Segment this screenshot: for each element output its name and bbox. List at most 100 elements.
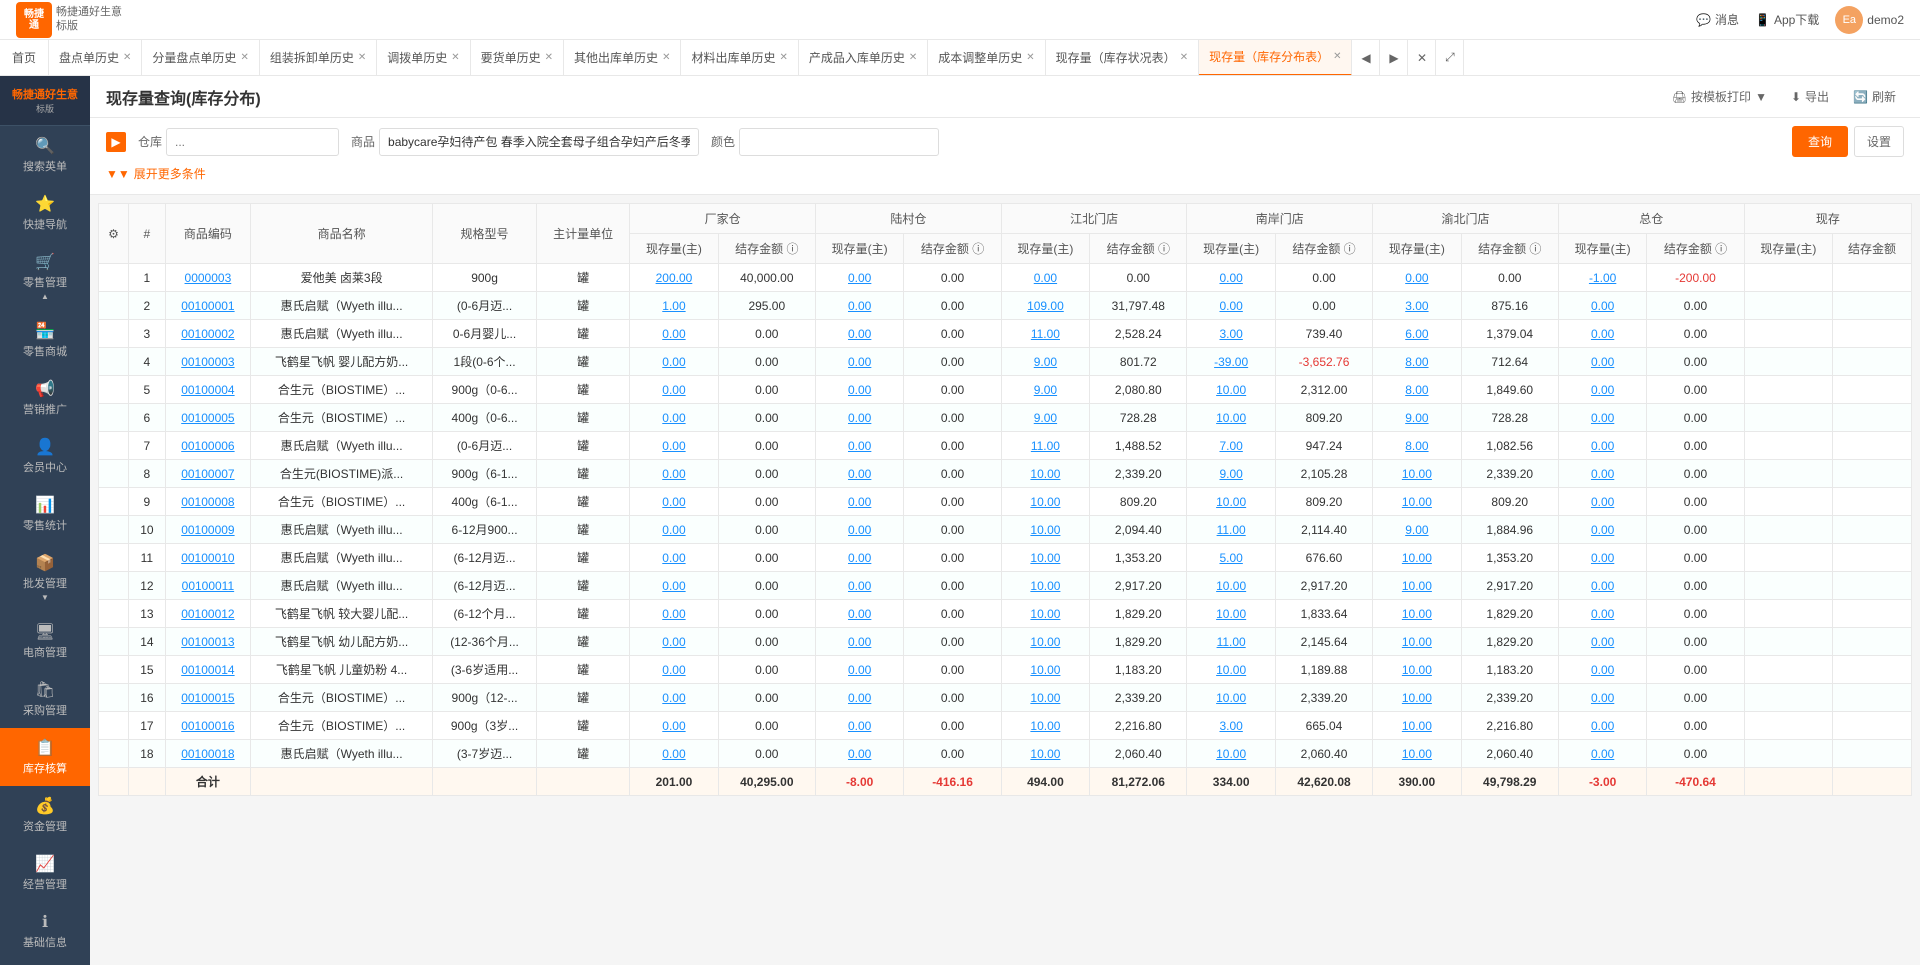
tab-close-stock-status[interactable]: ✕ (1180, 52, 1188, 63)
refresh-btn[interactable]: 🔄 刷新 (1845, 84, 1904, 109)
table-cell[interactable]: 10.00 (1187, 488, 1275, 516)
table-cell[interactable]: 0.00 (815, 572, 903, 600)
table-cell[interactable]: 0.00 (630, 488, 718, 516)
table-cell[interactable]: 0.00 (1558, 544, 1646, 572)
table-cell[interactable]: 0.00 (630, 432, 718, 460)
table-cell[interactable]: 0.00 (1558, 712, 1646, 740)
table-cell[interactable]: 0.00 (815, 348, 903, 376)
sidebar-item-nav[interactable]: ⭐ 快捷导航 (0, 184, 90, 242)
table-cell[interactable]: 3.00 (1187, 320, 1275, 348)
tab-prev-btn[interactable]: ◀ (1352, 40, 1380, 76)
sidebar-item-search[interactable]: 🔍 搜索英单 (0, 126, 90, 184)
table-cell[interactable]: 0.00 (1558, 348, 1646, 376)
table-cell[interactable]: 10.00 (1373, 712, 1461, 740)
table-cell[interactable]: 9.00 (1001, 404, 1089, 432)
table-cell[interactable]: 8.00 (1373, 432, 1461, 460)
sidebar-item-retail-store[interactable]: 🏪 零售商城 (0, 311, 90, 369)
table-cell[interactable]: 0.00 (1558, 376, 1646, 404)
table-cell[interactable]: 9.00 (1373, 516, 1461, 544)
table-cell[interactable]: 00100008 (165, 488, 250, 516)
sidebar-item-retail-stats[interactable]: 📊 零售统计 (0, 485, 90, 543)
tab-close-cost-adjust[interactable]: ✕ (1026, 52, 1034, 63)
table-cell[interactable]: 0.00 (815, 544, 903, 572)
table-cell[interactable]: 0.00 (815, 460, 903, 488)
table-cell[interactable]: 0.00 (1558, 432, 1646, 460)
table-cell[interactable]: 10.00 (1001, 656, 1089, 684)
setting-btn[interactable]: 设置 (1854, 126, 1904, 157)
table-cell[interactable]: 10.00 (1001, 572, 1089, 600)
table-cell[interactable]: 00100006 (165, 432, 250, 460)
table-cell[interactable]: 0.00 (1558, 460, 1646, 488)
table-cell[interactable]: 00100012 (165, 600, 250, 628)
user-btn[interactable]: Ea demo2 (1835, 6, 1904, 34)
table-cell[interactable]: 9.00 (1001, 348, 1089, 376)
tab-next-btn[interactable]: ▶ (1380, 40, 1408, 76)
table-cell[interactable]: 0.00 (815, 376, 903, 404)
table-cell[interactable]: 0.00 (1558, 628, 1646, 656)
table-cell[interactable]: 10.00 (1001, 684, 1089, 712)
table-cell[interactable]: 00100015 (165, 684, 250, 712)
tab-product-in[interactable]: 产成品入库单历史 ✕ (799, 40, 928, 76)
tab-close-requisition[interactable]: ✕ (545, 52, 553, 63)
table-cell[interactable]: 8.00 (1373, 376, 1461, 404)
sidebar-item-finance[interactable]: 💰 资金管理 (0, 786, 90, 844)
tab-expand-btn[interactable]: ⤢ (1436, 40, 1464, 76)
table-cell[interactable]: 10.00 (1373, 572, 1461, 600)
settings-icon[interactable]: ⚙ (108, 227, 119, 241)
table-cell[interactable]: 8.00 (1373, 348, 1461, 376)
table-cell[interactable]: 10.00 (1187, 600, 1275, 628)
sidebar-item-marketing[interactable]: 📢 营销推广 (0, 369, 90, 427)
sidebar-item-system[interactable]: ⚙ 系统管理 (0, 960, 90, 965)
table-cell[interactable]: 00100014 (165, 656, 250, 684)
sidebar-item-operation[interactable]: 📈 经营管理 (0, 844, 90, 902)
sidebar-item-inventory[interactable]: 📋 库存核算 (0, 728, 90, 786)
tab-cost-adjust[interactable]: 成本调整单历史 ✕ (928, 40, 1045, 76)
table-cell[interactable]: 7.00 (1187, 432, 1275, 460)
table-cell[interactable]: 0.00 (630, 544, 718, 572)
table-cell[interactable]: 0.00 (815, 656, 903, 684)
table-cell[interactable]: 0.00 (630, 572, 718, 600)
table-cell[interactable]: 0.00 (1558, 292, 1646, 320)
tab-stock-status[interactable]: 现存量（库存状况表） ✕ (1046, 40, 1199, 76)
table-cell[interactable]: 0.00 (815, 488, 903, 516)
filter-arrow-btn[interactable]: ▶ (106, 132, 126, 152)
message-btn[interactable]: 💬 消息 (1696, 11, 1739, 28)
table-cell[interactable]: 0000003 (165, 264, 250, 292)
app-download-btn[interactable]: 📱 App下载 (1755, 11, 1819, 28)
sidebar-item-retail-mgmt[interactable]: 🛒 零售管理 ▲ (0, 242, 90, 311)
table-cell[interactable]: 00100001 (165, 292, 250, 320)
table-cell[interactable]: 0.00 (630, 684, 718, 712)
sidebar-item-basic[interactable]: ℹ 基础信息 (0, 902, 90, 960)
table-cell[interactable]: 0.00 (630, 376, 718, 404)
table-cell[interactable]: 0.00 (815, 404, 903, 432)
table-cell[interactable]: 0.00 (1187, 264, 1275, 292)
table-cell[interactable]: 10.00 (1001, 488, 1089, 516)
table-cell[interactable]: 0.00 (815, 600, 903, 628)
tab-stock-dist[interactable]: 现存量（库存分布表） ✕ (1199, 40, 1352, 76)
sidebar-item-purchase[interactable]: 🛍 采购管理 (0, 670, 90, 728)
tab-home[interactable]: 首页 (0, 40, 49, 76)
table-cell[interactable]: 10.00 (1187, 376, 1275, 404)
table-cell[interactable]: 0.00 (1001, 264, 1089, 292)
table-cell[interactable]: 0.00 (630, 740, 718, 768)
table-cell[interactable]: 10.00 (1373, 600, 1461, 628)
table-cell[interactable]: 0.00 (815, 628, 903, 656)
table-cell[interactable]: 3.00 (1373, 292, 1461, 320)
tab-close-other-out[interactable]: ✕ (662, 52, 670, 63)
table-cell[interactable]: 10.00 (1373, 740, 1461, 768)
table-cell[interactable]: 0.00 (1558, 516, 1646, 544)
table-cell[interactable]: 00100016 (165, 712, 250, 740)
sidebar-item-ecommerce[interactable]: 🖥 电商管理 (0, 612, 90, 670)
table-cell[interactable]: 6.00 (1373, 320, 1461, 348)
table-cell[interactable]: 0.00 (815, 516, 903, 544)
table-cell[interactable]: 10.00 (1373, 684, 1461, 712)
table-cell[interactable]: 0.00 (1558, 572, 1646, 600)
table-cell[interactable]: 0.00 (1558, 684, 1646, 712)
table-cell[interactable]: 0.00 (630, 628, 718, 656)
tab-close-transfer[interactable]: ✕ (451, 52, 459, 63)
table-cell[interactable]: 10.00 (1001, 628, 1089, 656)
table-cell[interactable]: 00100011 (165, 572, 250, 600)
table-cell[interactable]: 11.00 (1001, 320, 1089, 348)
tab-close-group-disassemble[interactable]: ✕ (358, 52, 366, 63)
tab-other-out[interactable]: 其他出库单历史 ✕ (564, 40, 681, 76)
